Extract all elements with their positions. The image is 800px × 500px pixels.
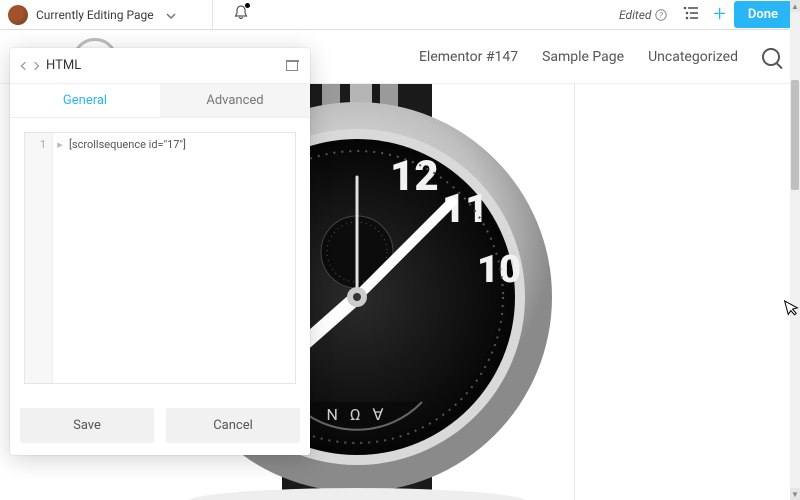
fold-gutter: ▸ bbox=[53, 133, 67, 383]
chevron-down-icon bbox=[166, 13, 176, 19]
search-icon[interactable] bbox=[762, 48, 780, 66]
edited-label: Edited bbox=[619, 8, 651, 22]
cancel-button[interactable]: Cancel bbox=[166, 408, 300, 443]
editor-body: 1 ▸ [scrollsequence id="17"] bbox=[10, 118, 310, 398]
nav-link-sample[interactable]: Sample Page bbox=[542, 49, 624, 65]
popout-button[interactable] bbox=[286, 61, 298, 71]
tab-general[interactable]: General bbox=[10, 84, 160, 117]
save-button[interactable]: Save bbox=[20, 408, 154, 443]
tab-advanced[interactable]: Advanced bbox=[160, 84, 310, 117]
scroll-up-button[interactable]: ▲ bbox=[790, 0, 800, 12]
editor-footer: Save Cancel bbox=[10, 398, 310, 455]
svg-text:?: ? bbox=[660, 11, 664, 20]
svg-text:12: 12 bbox=[390, 152, 439, 201]
editing-page-label: Currently Editing Page bbox=[36, 8, 154, 22]
svg-text:10: 10 bbox=[477, 248, 521, 292]
nav-link-uncategorized[interactable]: Uncategorized bbox=[648, 49, 738, 65]
scroll-down-button[interactable]: ▼ bbox=[790, 488, 800, 500]
scroll-thumb[interactable] bbox=[791, 80, 799, 190]
svg-text:N Ω ∀: N Ω ∀ bbox=[327, 405, 388, 424]
outline-icon bbox=[683, 6, 699, 20]
avatar[interactable] bbox=[8, 5, 28, 25]
code-content[interactable]: [scrollsequence id="17"] bbox=[67, 133, 295, 383]
add-module-button[interactable]: + bbox=[705, 2, 733, 27]
builder-admin-bar: Currently Editing Page Edited ? + Done bbox=[0, 0, 800, 30]
outline-button[interactable] bbox=[677, 1, 705, 28]
page-dropdown-chevron[interactable] bbox=[158, 2, 184, 28]
edited-status: Edited ? bbox=[619, 8, 667, 22]
code-icon bbox=[22, 60, 38, 72]
editor-tabs: General Advanced bbox=[10, 84, 310, 118]
module-editor-panel: HTML General Advanced 1 ▸ [scrollsequenc… bbox=[10, 48, 310, 455]
done-button[interactable]: Done bbox=[734, 1, 792, 28]
line-gutter: 1 bbox=[25, 133, 53, 383]
vertical-scrollbar[interactable]: ▲ ▼ bbox=[790, 0, 800, 500]
help-icon[interactable]: ? bbox=[655, 9, 667, 21]
notification-dot-icon bbox=[245, 3, 250, 8]
editor-title: HTML bbox=[46, 58, 286, 73]
divider bbox=[212, 0, 224, 30]
notifications-button[interactable] bbox=[234, 5, 248, 24]
html-code-editor[interactable]: 1 ▸ [scrollsequence id="17"] bbox=[24, 132, 296, 384]
editor-header[interactable]: HTML bbox=[10, 48, 310, 84]
nav-link-elementor[interactable]: Elementor #147 bbox=[419, 49, 518, 65]
